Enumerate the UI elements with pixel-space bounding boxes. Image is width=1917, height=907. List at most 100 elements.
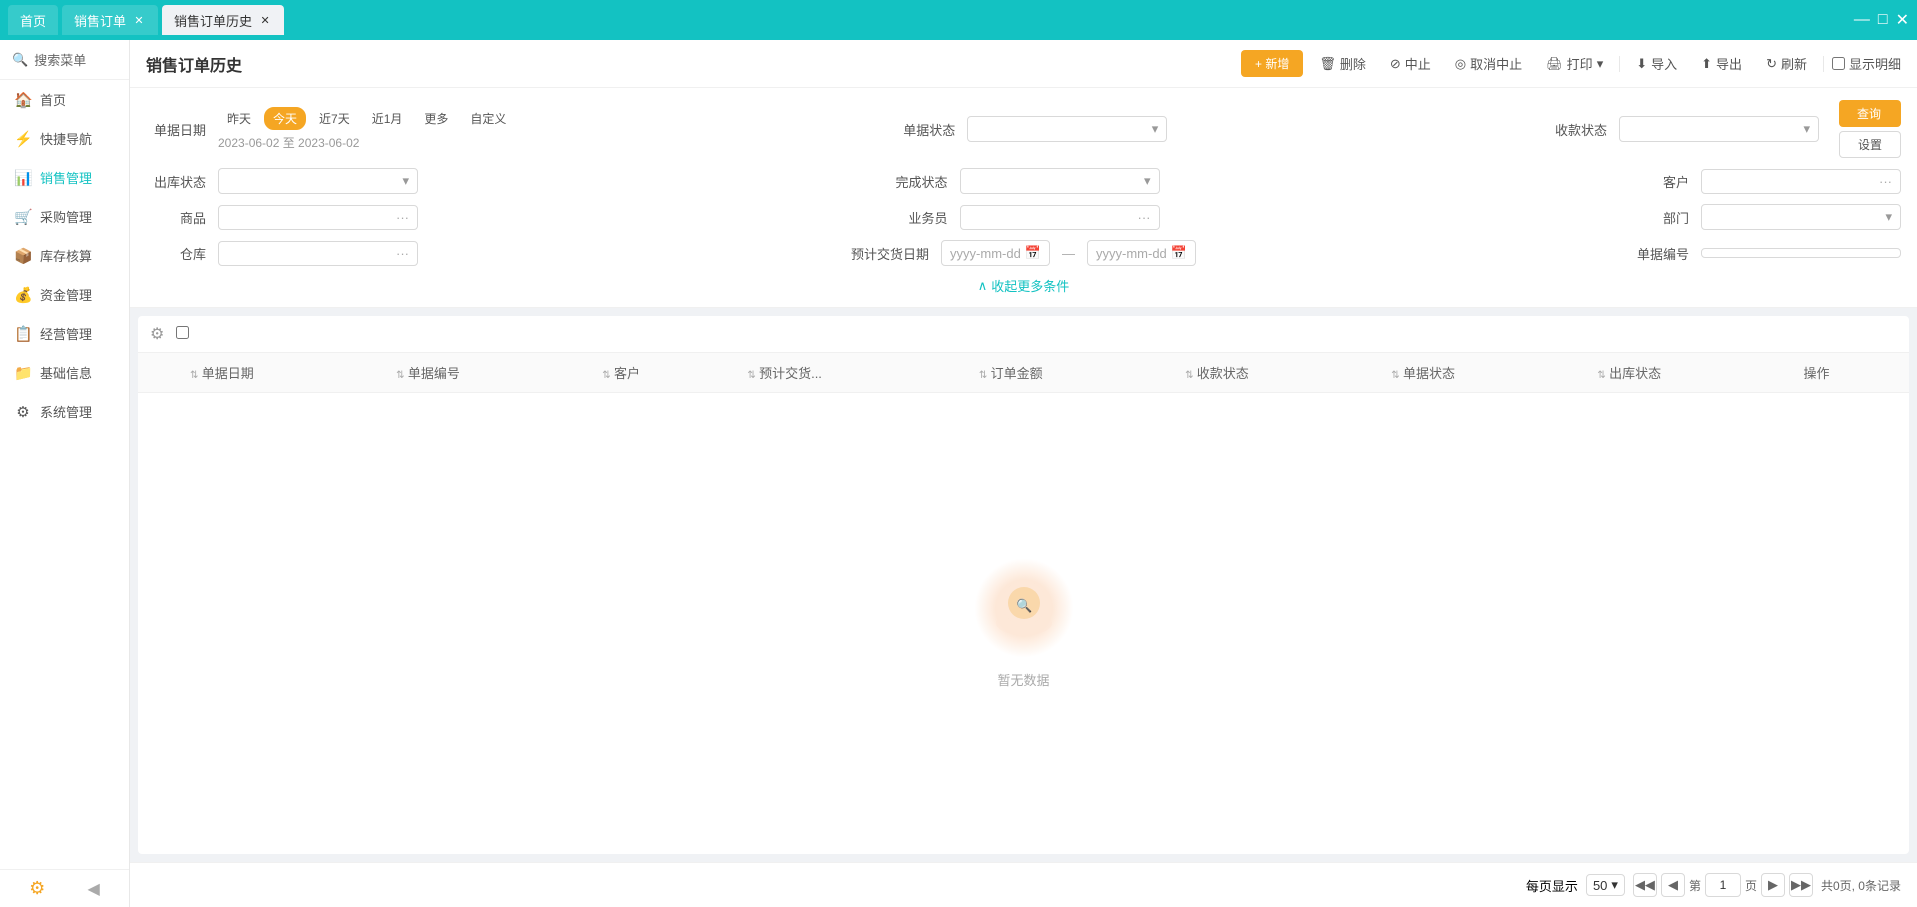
warehouse-dots-icon[interactable]: ··· — [396, 246, 409, 261]
export-button[interactable]: ⬆ 导出 — [1693, 50, 1750, 77]
date-btn-today[interactable]: 今天 — [264, 107, 306, 130]
delivery-status-select[interactable]: ▾ — [218, 168, 418, 194]
date-btn-7days[interactable]: 近7天 — [310, 107, 359, 130]
sidebar-search-label: 搜索菜单 — [34, 50, 86, 69]
sidebar-item-home[interactable]: 🏠 首页 — [0, 80, 129, 119]
sidebar-item-operations[interactable]: 📋 经营管理 — [0, 314, 129, 353]
date-btn-yesterday[interactable]: 昨天 — [218, 107, 260, 130]
table-settings-icon[interactable]: ⚙ — [150, 324, 164, 344]
sidebar-item-base-info[interactable]: 📁 基础信息 — [0, 353, 129, 392]
sidebar-item-inventory[interactable]: 📦 库存核算 — [0, 236, 129, 275]
customer-dots-icon[interactable]: ··· — [1879, 174, 1892, 189]
import-button[interactable]: ⬇ 导入 — [1628, 50, 1685, 77]
salesperson-dots-icon[interactable]: ··· — [1138, 210, 1151, 225]
home-icon: 🏠 — [14, 91, 32, 109]
page-number-input[interactable] — [1705, 873, 1741, 897]
first-page-button[interactable]: ◀◀ — [1633, 873, 1657, 897]
department-label: 部门 — [1629, 208, 1689, 227]
total-info: 共0页, 0条记录 — [1821, 877, 1901, 894]
calendar-start-icon: 📅 — [1025, 245, 1041, 261]
cancel-stop-button[interactable]: ◎ 取消中止 — [1447, 50, 1530, 77]
th-number[interactable]: ⇅ 单据编号 — [384, 353, 590, 393]
filter-row-3: 商品 ··· 业务员 ··· 部门 ▾ — [146, 204, 1901, 230]
th-order-status-sort-icon: ⇅ — [1391, 370, 1399, 381]
expected-date-label: 预计交货日期 — [851, 244, 929, 263]
sidebar-settings-icon[interactable]: ⚙ — [29, 878, 45, 899]
sidebar-collapse-icon[interactable]: ◀ — [88, 879, 100, 899]
th-payment-status[interactable]: ⇅ 收款状态 — [1173, 353, 1379, 393]
expected-date-start-input[interactable]: yyyy-mm-dd 📅 — [941, 240, 1050, 266]
collapse-arrow-icon: ∧ — [978, 278, 988, 294]
th-amount[interactable]: ⇅ 订单金额 — [967, 353, 1173, 393]
tab-sales-order-history[interactable]: 销售订单历史 ✕ — [162, 5, 284, 35]
empty-state: 🔍 暂无数据 — [138, 393, 1909, 854]
print-button[interactable]: 🖨 打印 ▾ — [1538, 50, 1611, 77]
th-order-status[interactable]: ⇅ 单据状态 — [1379, 353, 1585, 393]
expected-date-end-input[interactable]: yyyy-mm-dd 📅 — [1087, 240, 1196, 266]
close-icon[interactable]: ✕ — [1896, 10, 1909, 30]
operations-icon: 📋 — [14, 325, 32, 343]
payment-status-select[interactable]: ▾ — [1619, 116, 1819, 142]
sidebar-search[interactable]: 🔍 搜索菜单 — [0, 40, 129, 80]
department-select[interactable]: ▾ — [1701, 204, 1901, 230]
th-date[interactable]: ⇅ 单据日期 — [178, 353, 384, 393]
display-detail-checkbox[interactable] — [1832, 57, 1845, 70]
display-detail-label: 显示明细 — [1849, 54, 1901, 73]
page-navigation: ◀◀ ◀ 第 页 ▶ ▶▶ — [1633, 873, 1813, 897]
customer-input[interactable]: ··· — [1701, 169, 1901, 194]
date-btn-1month[interactable]: 近1月 — [363, 107, 412, 130]
sidebar-item-purchase[interactable]: 🛒 采购管理 — [0, 197, 129, 236]
print-label: 打印 — [1567, 54, 1593, 73]
last-page-button[interactable]: ▶▶ — [1789, 873, 1813, 897]
search-icon: 🔍 — [12, 52, 28, 68]
order-number-input[interactable] — [1701, 248, 1901, 258]
prev-page-button[interactable]: ◀ — [1661, 873, 1685, 897]
goods-input[interactable]: ··· — [218, 205, 418, 230]
date-btn-more[interactable]: 更多 — [415, 107, 457, 130]
date-range-label: 单据日期 — [146, 120, 206, 139]
date-display: 2023-06-02 至 2023-06-02 — [218, 134, 515, 151]
th-expected-delivery[interactable]: ⇅ 预计交货... — [735, 353, 967, 393]
sidebar-item-quick-nav[interactable]: ⚡ 快捷导航 — [0, 119, 129, 158]
th-select — [138, 353, 178, 393]
date-btn-custom[interactable]: 自定义 — [461, 107, 515, 130]
stop-button[interactable]: ⊘ 中止 — [1382, 50, 1439, 77]
query-button[interactable]: 查询 — [1839, 100, 1901, 127]
tab-sales-order-history-close[interactable]: ✕ — [258, 13, 272, 27]
sidebar-item-sales[interactable]: 📊 销售管理 — [0, 158, 129, 197]
prev-page-icon: ◀ — [1668, 877, 1678, 893]
sales-icon: 📊 — [14, 169, 32, 187]
sidebar-item-system[interactable]: ⚙ 系统管理 — [0, 392, 129, 431]
delivery-status-arrow-icon: ▾ — [402, 173, 409, 189]
th-payment-status-label: 收款状态 — [1197, 366, 1249, 381]
tab-sales-order-close[interactable]: ✕ — [132, 13, 146, 27]
th-delivery-status[interactable]: ⇅ 出库状态 — [1585, 353, 1791, 393]
select-all-checkbox[interactable] — [176, 326, 189, 339]
order-status-select[interactable]: ▾ — [967, 116, 1167, 142]
display-detail-toggle[interactable]: 显示明细 — [1832, 54, 1901, 73]
add-button[interactable]: + 新增 — [1241, 50, 1303, 77]
toolbar-divider-1 — [1619, 56, 1620, 72]
minimize-icon[interactable]: — — [1854, 11, 1870, 29]
next-page-button[interactable]: ▶ — [1761, 873, 1785, 897]
table-toolbar: ⚙ — [138, 316, 1909, 353]
warehouse-input[interactable]: ··· — [218, 241, 418, 266]
tab-home[interactable]: 首页 — [8, 5, 58, 35]
filter-area: 单据日期 昨天 今天 近7天 近1月 更多 自定义 2023-06-02 至 2… — [130, 88, 1917, 308]
refresh-button[interactable]: ↻ 刷新 — [1758, 50, 1815, 77]
goods-dots-icon[interactable]: ··· — [396, 210, 409, 225]
delete-label: 删除 — [1340, 54, 1366, 73]
maximize-icon[interactable]: □ — [1878, 11, 1888, 29]
salesperson-input[interactable]: ··· — [960, 205, 1160, 230]
completion-status-select[interactable]: ▾ — [960, 168, 1160, 194]
delete-button[interactable]: 🗑 删除 — [1311, 50, 1374, 77]
page-size-select[interactable]: 50 ▾ — [1586, 874, 1625, 896]
sidebar-item-finance[interactable]: 💰 资金管理 — [0, 275, 129, 314]
th-amount-sort-icon: ⇅ — [979, 370, 987, 381]
settings-filter-button[interactable]: 设置 — [1839, 131, 1901, 158]
collapse-button[interactable]: ∧ 收起更多条件 — [978, 276, 1070, 295]
th-customer[interactable]: ⇅ 客户 — [590, 353, 735, 393]
th-payment-status-sort-icon: ⇅ — [1185, 370, 1193, 381]
tab-sales-order[interactable]: 销售订单 ✕ — [62, 5, 158, 35]
system-icon: ⚙ — [14, 403, 32, 421]
